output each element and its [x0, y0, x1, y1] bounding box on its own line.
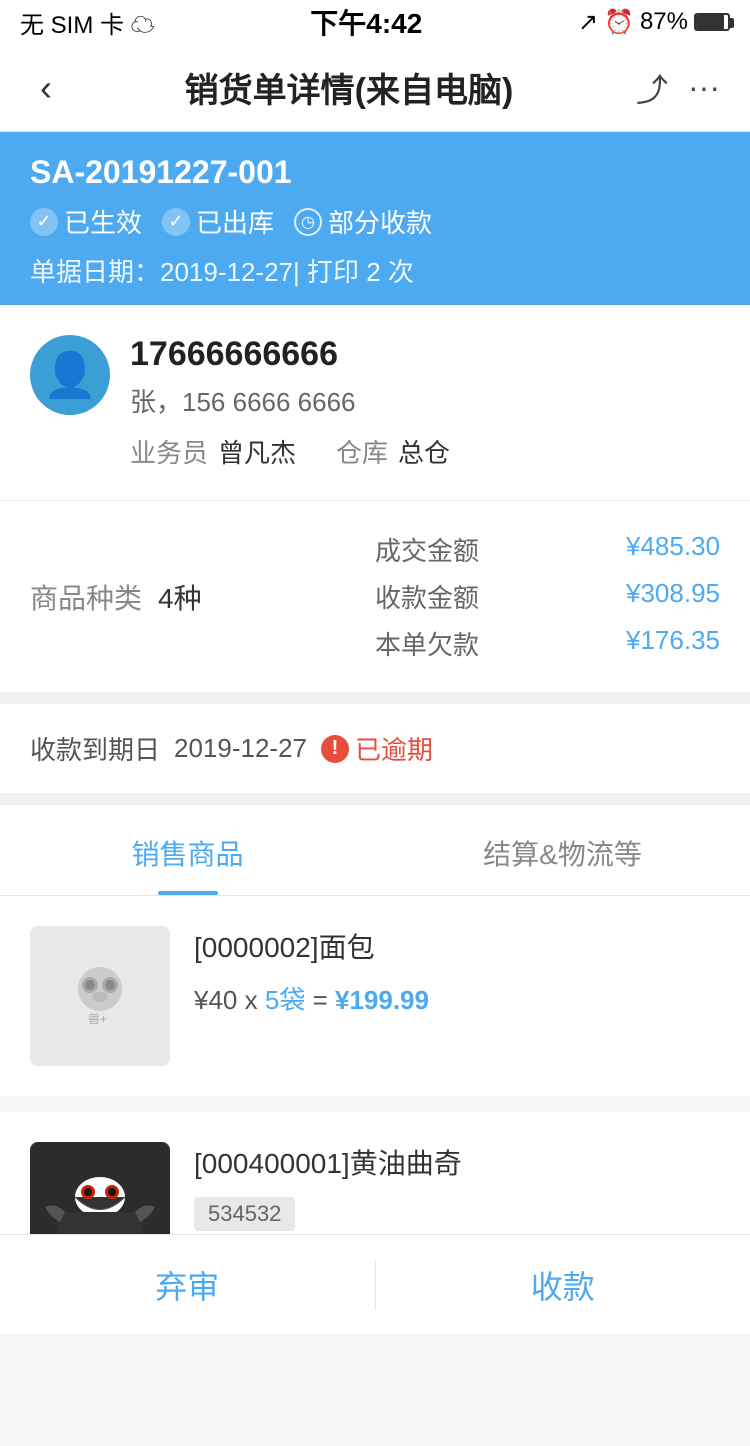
- svg-text:兽+: 兽+: [88, 1012, 107, 1026]
- product-total-1: ¥199.99: [335, 985, 429, 1015]
- amount-value-deal: ¥485.30: [626, 531, 720, 568]
- product-name-1: [0000002]面包: [194, 926, 720, 966]
- amount-value-received: ¥308.95: [626, 578, 720, 615]
- battery-icon: [694, 13, 730, 31]
- order-date: 2019-12-27: [160, 257, 293, 287]
- amount-label-received: 收款金额: [375, 578, 479, 615]
- order-banner: SA-20191227-001 ✓ 已生效 ✓ 已出库 ◷ 部分收款 单据日期：…: [0, 132, 750, 305]
- warehouse-item: 仓库 总仓: [336, 433, 450, 470]
- salesperson-label: 业务员: [130, 433, 208, 470]
- overdue-label: 已逾期: [355, 730, 433, 767]
- status-left: 无 SIM 卡 ☁: [20, 5, 155, 40]
- stats-category: 商品种类 4种: [30, 531, 375, 662]
- nav-actions: ⤴ ···: [636, 65, 720, 111]
- status-shipped: ✓ 已出库: [162, 203, 274, 240]
- order-status-row: ✓ 已生效 ✓ 已出库 ◷ 部分收款: [30, 203, 720, 240]
- location-icon: ↗: [578, 8, 598, 37]
- product-qty-1: 5袋: [265, 985, 305, 1015]
- product-name-2: [000400001]黄油曲奇: [194, 1142, 720, 1182]
- salesperson-value: 曾凡杰: [218, 433, 296, 470]
- product-placeholder-1: 兽+: [30, 926, 170, 1066]
- amount-row-received: 收款金额 ¥308.95: [375, 578, 720, 615]
- cancel-button[interactable]: 弃审: [0, 1242, 375, 1328]
- due-date: 2019-12-27: [174, 733, 307, 764]
- product-equal-1: =: [313, 985, 335, 1015]
- order-id: SA-20191227-001: [30, 154, 720, 191]
- category-label: 商品种类: [30, 577, 142, 617]
- stats-section: 商品种类 4种 成交金额 ¥485.30 收款金额 ¥308.95 本单欠款 ¥…: [0, 501, 750, 704]
- nav-bar: ‹ 销货单详情(来自电脑) ⤴ ···: [0, 44, 750, 132]
- due-label: 收款到期日: [30, 730, 160, 767]
- check-icon-activated: ✓: [30, 208, 58, 236]
- product-multiply-1: x: [245, 985, 265, 1015]
- customer-id: 17666666666: [130, 335, 720, 374]
- product-tag-2: 534532: [194, 1197, 295, 1231]
- product-price-1: ¥40: [194, 985, 237, 1015]
- amount-row-debt: 本单欠款 ¥176.35: [375, 625, 720, 662]
- amount-value-debt: ¥176.35: [626, 625, 720, 662]
- alarm-icon: ⏰: [604, 8, 634, 37]
- amount-label-deal: 成交金额: [375, 531, 479, 568]
- page-title: 销货单详情(来自电脑): [185, 63, 514, 112]
- sim-status: 无 SIM 卡 ☁: [20, 5, 155, 40]
- more-icon[interactable]: ···: [688, 69, 720, 106]
- avatar-icon: 👤: [43, 349, 98, 401]
- stats-amounts: 成交金额 ¥485.30 收款金额 ¥308.95 本单欠款 ¥176.35: [375, 531, 720, 662]
- bottom-bar: 弃审 收款: [0, 1234, 750, 1334]
- back-button[interactable]: ‹: [30, 57, 62, 119]
- battery-status: 87%: [640, 8, 688, 36]
- print-info: | 打印 2 次: [293, 257, 414, 287]
- salesperson-item: 业务员 曾凡杰: [130, 433, 296, 470]
- status-time: 下午4:42: [310, 2, 422, 42]
- tab-section: 销售商品 结算&物流等: [0, 805, 750, 896]
- customer-section: 👤 17666666666 张，156 6666 6666 业务员 曾凡杰 仓库…: [0, 305, 750, 501]
- status-bar: 无 SIM 卡 ☁ 下午4:42 ↗ ⏰ 87%: [0, 0, 750, 44]
- overdue-badge: ! 已逾期: [321, 730, 433, 767]
- product-image-1: 兽+: [30, 926, 170, 1066]
- customer-name-phone: 张，156 6666 6666: [130, 382, 720, 419]
- order-date-row: 单据日期：2019-12-27| 打印 2 次: [30, 252, 720, 289]
- customer-avatar: 👤: [30, 335, 110, 415]
- status-partial-payment: ◷ 部分收款: [294, 203, 432, 240]
- check-icon-shipped: ✓: [162, 208, 190, 236]
- product-price-row-1: ¥40 x 5袋 = ¥199.99: [194, 980, 720, 1017]
- date-label: 单据日期：: [30, 257, 160, 287]
- amount-label-debt: 本单欠款: [375, 625, 479, 662]
- status-activated: ✓ 已生效: [30, 203, 142, 240]
- share-icon[interactable]: ⤴: [636, 65, 668, 111]
- overdue-icon: !: [321, 735, 349, 763]
- product-item-1: 兽+ [0000002]面包 ¥40 x 5袋 = ¥199.99: [0, 896, 750, 1096]
- product-info-1: [0000002]面包 ¥40 x 5袋 = ¥199.99: [194, 926, 720, 1017]
- customer-info: 17666666666 张，156 6666 6666 业务员 曾凡杰 仓库 总…: [130, 335, 720, 470]
- status-right: ↗ ⏰ 87%: [578, 8, 730, 37]
- owl-placeholder-icon: 兽+: [60, 961, 140, 1031]
- category-count: 4种: [158, 577, 202, 617]
- amount-row-deal: 成交金额 ¥485.30: [375, 531, 720, 568]
- confirm-button[interactable]: 收款: [376, 1242, 750, 1328]
- due-date-section: 收款到期日 2019-12-27 ! 已逾期: [0, 704, 750, 805]
- clock-icon: ◷: [294, 208, 322, 236]
- tab-sales-products[interactable]: 销售商品: [0, 805, 375, 895]
- warehouse-value: 总仓: [398, 433, 450, 470]
- tab-settlement[interactable]: 结算&物流等: [375, 805, 750, 895]
- customer-meta: 业务员 曾凡杰 仓库 总仓: [130, 433, 720, 470]
- warehouse-label: 仓库: [336, 433, 388, 470]
